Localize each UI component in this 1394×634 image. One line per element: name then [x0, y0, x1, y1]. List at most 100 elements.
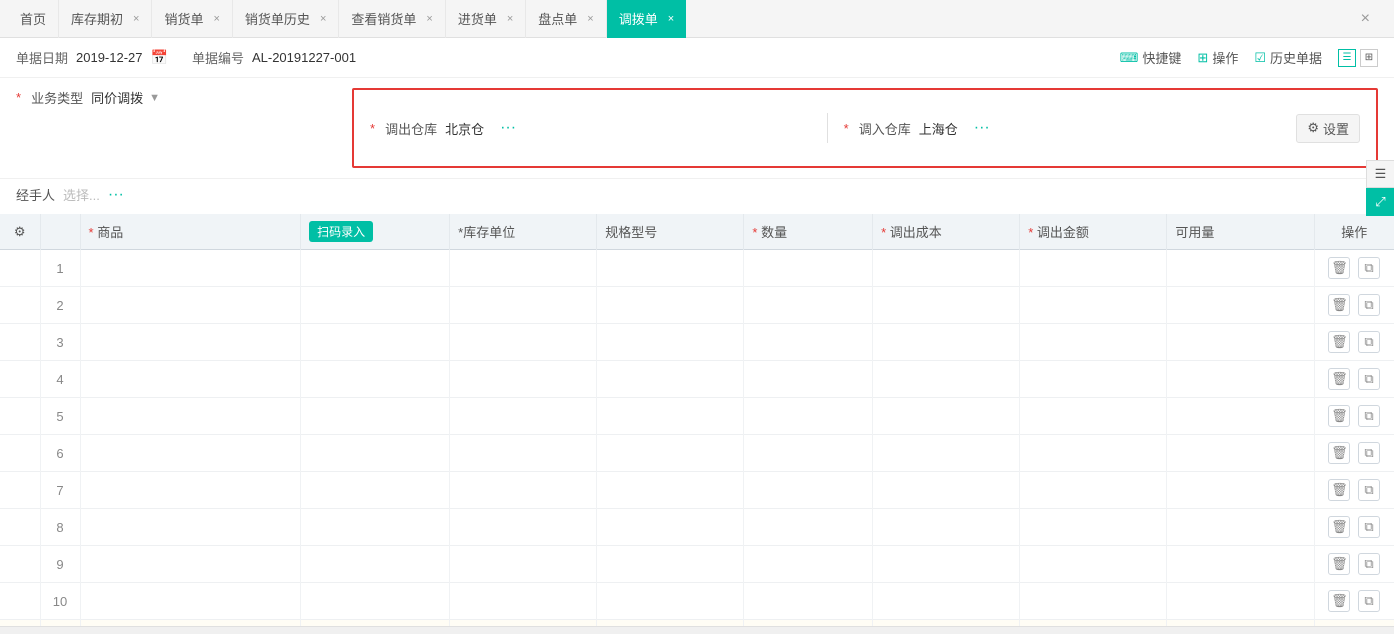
person-select[interactable]: 选择...: [63, 185, 100, 204]
ops-button[interactable]: ⊞ 操作: [1197, 48, 1238, 67]
tab-sales-order-close[interactable]: ×: [213, 13, 219, 25]
delete-row-button-2[interactable]: 🗑: [1328, 294, 1350, 316]
td-spec-9[interactable]: [597, 546, 744, 583]
td-qty-9[interactable]: [744, 546, 873, 583]
td-unit-4[interactable]: [450, 361, 597, 398]
td-unit-1[interactable]: [450, 250, 597, 287]
td-unit-10[interactable]: [450, 583, 597, 620]
td-qty-5[interactable]: [744, 398, 873, 435]
td-available-2[interactable]: [1167, 287, 1314, 324]
td-available-10[interactable]: [1167, 583, 1314, 620]
td-unit-7[interactable]: [450, 472, 597, 509]
tab-purchase-order[interactable]: 进货单 ×: [446, 0, 526, 38]
tab-sales-history-close[interactable]: ×: [320, 13, 326, 25]
td-spec-3[interactable]: [597, 324, 744, 361]
tab-transfer[interactable]: 调拨单 ×: [607, 0, 686, 38]
td-unit-2[interactable]: [450, 287, 597, 324]
delete-row-button-5[interactable]: 🗑: [1328, 405, 1350, 427]
history-button[interactable]: ☑ 历史单据: [1254, 48, 1322, 67]
td-amount-8[interactable]: [1020, 509, 1167, 546]
date-value[interactable]: 2019-12-27: [76, 50, 143, 65]
warehouse-out-value[interactable]: 北京仓: [445, 119, 484, 138]
td-amount-1[interactable]: [1020, 250, 1167, 287]
td-available-4[interactable]: [1167, 361, 1314, 398]
td-cost-6[interactable]: [873, 435, 1020, 472]
td-product-1[interactable]: [80, 250, 301, 287]
td-available-6[interactable]: [1167, 435, 1314, 472]
td-cost-4[interactable]: [873, 361, 1020, 398]
td-product-2[interactable]: [80, 287, 301, 324]
doc-no-value[interactable]: AL-20191227-001: [252, 50, 356, 65]
calendar-icon[interactable]: 📅: [151, 49, 168, 66]
td-amount-5[interactable]: [1020, 398, 1167, 435]
warehouse-in-more-button[interactable]: ···: [974, 119, 990, 137]
shortcut-button[interactable]: ⌨ 快捷键: [1120, 48, 1182, 67]
td-product-6[interactable]: [80, 435, 301, 472]
td-spec-1[interactable]: [597, 250, 744, 287]
td-cost-9[interactable]: [873, 546, 1020, 583]
window-close-button[interactable]: ×: [1353, 6, 1378, 31]
tab-inventory-count-close[interactable]: ×: [587, 13, 593, 25]
td-available-1[interactable]: [1167, 250, 1314, 287]
right-expand-button[interactable]: ⤢: [1366, 188, 1394, 216]
delete-row-button-7[interactable]: 🗑: [1328, 479, 1350, 501]
td-product-10[interactable]: [80, 583, 301, 620]
copy-row-button-8[interactable]: ⧉: [1358, 516, 1380, 538]
td-available-8[interactable]: [1167, 509, 1314, 546]
td-cost-10[interactable]: [873, 583, 1020, 620]
delete-row-button-6[interactable]: 🗑: [1328, 442, 1350, 464]
td-spec-5[interactable]: [597, 398, 744, 435]
td-qty-6[interactable]: [744, 435, 873, 472]
td-qty-8[interactable]: [744, 509, 873, 546]
tab-transfer-close[interactable]: ×: [668, 13, 674, 25]
copy-row-button-9[interactable]: ⧉: [1358, 553, 1380, 575]
copy-row-button-1[interactable]: ⧉: [1358, 257, 1380, 279]
tab-sales-history[interactable]: 销货单历史 ×: [233, 0, 339, 38]
td-spec-4[interactable]: [597, 361, 744, 398]
td-unit-3[interactable]: [450, 324, 597, 361]
copy-row-button-3[interactable]: ⧉: [1358, 331, 1380, 353]
td-amount-9[interactable]: [1020, 546, 1167, 583]
td-cost-8[interactable]: [873, 509, 1020, 546]
delete-row-button-1[interactable]: 🗑: [1328, 257, 1350, 279]
tab-view-sales-close[interactable]: ×: [426, 13, 432, 25]
settings-button[interactable]: ⚙ 设置: [1296, 114, 1360, 143]
td-unit-9[interactable]: [450, 546, 597, 583]
tab-sales-order[interactable]: 销货单 ×: [152, 0, 232, 38]
td-cost-7[interactable]: [873, 472, 1020, 509]
td-available-7[interactable]: [1167, 472, 1314, 509]
delete-row-button-8[interactable]: 🗑: [1328, 516, 1350, 538]
td-available-9[interactable]: [1167, 546, 1314, 583]
copy-row-button-2[interactable]: ⧉: [1358, 294, 1380, 316]
warehouse-out-more-button[interactable]: ···: [500, 119, 516, 137]
tab-inventory-count[interactable]: 盘点单 ×: [526, 0, 606, 38]
td-unit-5[interactable]: [450, 398, 597, 435]
td-spec-2[interactable]: [597, 287, 744, 324]
business-type-select[interactable]: 同价调拨 ▼: [91, 88, 160, 107]
right-list-view-button[interactable]: ☰: [1366, 160, 1394, 188]
td-product-3[interactable]: [80, 324, 301, 361]
td-spec-10[interactable]: [597, 583, 744, 620]
table-scroll-bar[interactable]: [0, 626, 1394, 634]
td-qty-3[interactable]: [744, 324, 873, 361]
th-gear[interactable]: ⚙: [0, 214, 40, 250]
tab-inventory-init[interactable]: 库存期初 ×: [59, 0, 152, 38]
td-product-5[interactable]: [80, 398, 301, 435]
td-available-3[interactable]: [1167, 324, 1314, 361]
copy-row-button-5[interactable]: ⧉: [1358, 405, 1380, 427]
copy-row-button-4[interactable]: ⧉: [1358, 368, 1380, 390]
tab-view-sales[interactable]: 查看销货单 ×: [339, 0, 445, 38]
tab-inventory-init-close[interactable]: ×: [133, 13, 139, 25]
warehouse-in-value[interactable]: 上海仓: [919, 119, 958, 138]
td-amount-7[interactable]: [1020, 472, 1167, 509]
td-qty-2[interactable]: [744, 287, 873, 324]
td-unit-8[interactable]: [450, 509, 597, 546]
td-amount-10[interactable]: [1020, 583, 1167, 620]
td-amount-6[interactable]: [1020, 435, 1167, 472]
delete-row-button-10[interactable]: 🗑: [1328, 590, 1350, 612]
td-product-9[interactable]: [80, 546, 301, 583]
td-spec-8[interactable]: [597, 509, 744, 546]
copy-row-button-6[interactable]: ⧉: [1358, 442, 1380, 464]
delete-row-button-4[interactable]: 🗑: [1328, 368, 1350, 390]
td-product-8[interactable]: [80, 509, 301, 546]
